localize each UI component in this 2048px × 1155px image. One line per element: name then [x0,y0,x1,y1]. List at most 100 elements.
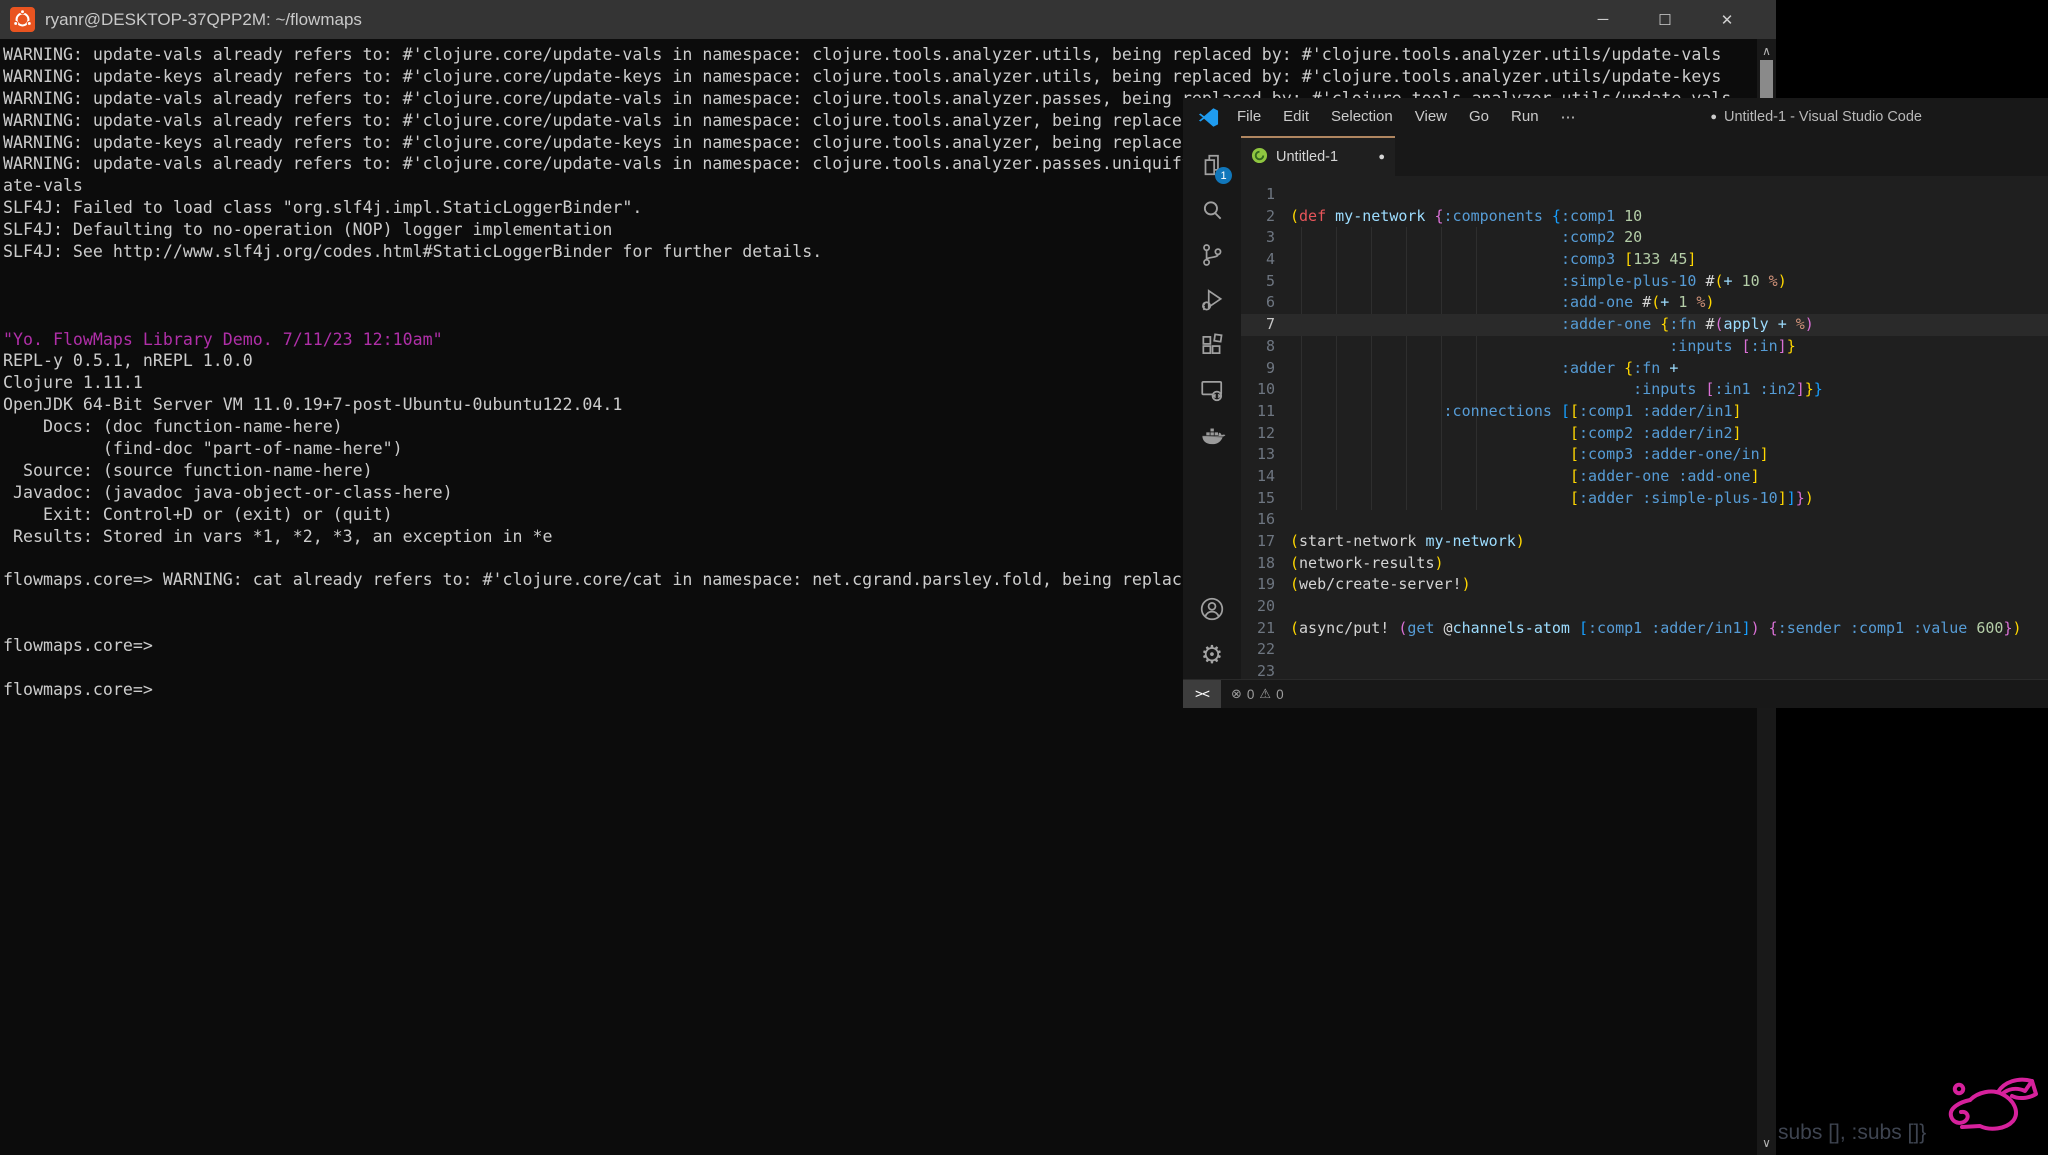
code-line[interactable]: 21(async/put! (get @channels-atom [:comp… [1241,618,2048,640]
background-partial-text: subs [], :subs []} [1778,1121,1926,1145]
code-text: [:adder :simple-plus-10]]}) [1275,488,1814,510]
editor-tabbar: Untitled-1 ● [1241,136,2048,176]
code-line[interactable]: 11 :connections [[:comp1 :adder/in1] [1241,401,2048,423]
docker-icon[interactable] [1197,420,1227,450]
code-line[interactable]: 4 :comp3 [133 45] [1241,249,2048,271]
line-number: 9 [1241,358,1275,380]
code-line[interactable]: 7 :adder-one {:fn #(apply + %) [1241,314,2048,336]
code-line[interactable]: 22 [1241,639,2048,661]
menu-run[interactable]: Run [1500,108,1550,126]
remote-indicator-icon[interactable]: >< [1183,680,1221,708]
scroll-up-icon[interactable]: ∧ [1757,44,1776,58]
line-number: 16 [1241,509,1275,531]
code-text: [:comp3 :adder-one/in] [1275,444,1769,466]
line-number: 8 [1241,336,1275,358]
code-text: :inputs [:in]} [1275,336,1796,358]
line-number: 10 [1241,379,1275,401]
code-line[interactable]: 6 :add-one #(+ 1 %) [1241,292,2048,314]
tab-label: Untitled-1 [1276,149,1338,165]
explorer-badge: 1 [1215,167,1232,184]
code-line[interactable]: 17(start-network my-network) [1241,531,2048,553]
tab-untitled-1[interactable]: Untitled-1 ● [1241,136,1395,176]
search-icon[interactable] [1197,195,1227,225]
line-number: 11 [1241,401,1275,423]
source-control-icon[interactable] [1197,240,1227,270]
code-text [1275,509,1290,531]
menu-selection[interactable]: Selection [1320,108,1404,126]
menu-file[interactable]: File [1226,108,1272,126]
code-editor[interactable]: 12(def my-network {:components {:comp1 1… [1241,176,2048,679]
code-line[interactable]: 14 [:adder-one :add-one] [1241,466,2048,488]
scroll-down-icon[interactable]: ∨ [1757,1136,1776,1150]
vscode-window: FileEditSelectionViewGoRun⋯ ● Untitled-1… [1183,98,2048,708]
code-text [1275,639,1290,661]
code-line[interactable]: 18(network-results) [1241,553,2048,575]
code-line[interactable]: 13 [:comp3 :adder-one/in] [1241,444,2048,466]
code-text: :add-one #(+ 1 %) [1275,292,1714,314]
menu-edit[interactable]: Edit [1272,108,1320,126]
menu-[interactable]: ⋯ [1550,108,1587,126]
menu-go[interactable]: Go [1458,108,1500,126]
problems-indicator[interactable]: ⊗ 0 ⚠ 0 [1231,687,1284,702]
vscode-menubar: FileEditSelectionViewGoRun⋯ ● Untitled-1… [1183,98,2048,136]
ubuntu-icon [10,7,35,32]
line-number: 20 [1241,596,1275,618]
line-number: 5 [1241,271,1275,293]
terminal-titlebar[interactable]: ryanr@DESKTOP-37QPP2M: ~/flowmaps ─ ☐ ✕ [0,0,1776,39]
run-debug-icon[interactable] [1197,285,1227,315]
code-line[interactable]: 2(def my-network {:components {:comp1 10 [1241,206,2048,228]
activity-bar: 1 [1183,136,1241,679]
accounts-icon[interactable] [1197,594,1227,624]
close-icon[interactable]: ✕ [1696,0,1758,39]
code-text: (network-results) [1275,553,1444,575]
code-line[interactable]: 1 [1241,184,2048,206]
code-text [1275,184,1290,206]
code-line[interactable]: 10 :inputs [:in1 :in2]}} [1241,379,2048,401]
maximize-icon[interactable]: ☐ [1634,0,1696,39]
line-number: 3 [1241,227,1275,249]
code-text: :adder {:fn + [1275,358,1678,380]
window-title: ● Untitled-1 - Visual Studio Code [1710,109,1922,125]
code-text: (async/put! (get @channels-atom [:comp1 … [1275,618,2022,640]
code-text: :inputs [:in1 :in2]}} [1275,379,1823,401]
code-text: (def my-network {:components {:comp1 10 [1275,206,1642,228]
code-text: [:adder-one :add-one] [1275,466,1760,488]
line-number: 22 [1241,639,1275,661]
code-line[interactable]: 9 :adder {:fn + [1241,358,2048,380]
code-line[interactable]: 3 :comp2 20 [1241,227,2048,249]
code-text: :comp2 20 [1275,227,1642,249]
line-number: 1 [1241,184,1275,206]
line-number: 14 [1241,466,1275,488]
extensions-icon[interactable] [1197,330,1227,360]
code-line[interactable]: 23 [1241,661,2048,679]
clojure-file-icon [1251,147,1268,168]
code-line[interactable]: 19(web/create-server!) [1241,574,2048,596]
remote-explorer-icon[interactable] [1197,375,1227,405]
code-line[interactable]: 5 :simple-plus-10 #(+ 10 %) [1241,271,2048,293]
line-number: 2 [1241,206,1275,228]
settings-gear-icon[interactable]: ⚙ [1197,639,1227,669]
code-text [1275,596,1290,618]
menu-view[interactable]: View [1404,108,1458,126]
vscode-logo-icon [1197,106,1220,129]
code-line[interactable]: 8 :inputs [:in]} [1241,336,2048,358]
warning-count: 0 [1276,687,1284,702]
error-count: 0 [1247,687,1255,702]
code-line[interactable]: 16 [1241,509,2048,531]
code-text: (start-network my-network) [1275,531,1525,553]
line-number: 13 [1241,444,1275,466]
code-line[interactable]: 20 [1241,596,2048,618]
warning-icon: ⚠ [1259,687,1271,702]
code-text: :simple-plus-10 #(+ 10 %) [1275,271,1787,293]
minimize-icon[interactable]: ─ [1572,0,1634,39]
code-line[interactable]: 12 [:comp2 :adder/in2] [1241,423,2048,445]
code-line[interactable]: 15 [:adder :simple-plus-10]]}) [1241,488,2048,510]
terminal-line: WARNING: update-keys already refers to: … [3,66,1746,88]
unsaved-dot-icon: ● [1710,111,1717,123]
code-text: :adder-one {:fn #(apply + %) [1275,314,1814,336]
modified-dot-icon: ● [1378,151,1385,163]
line-number: 12 [1241,423,1275,445]
explorer-icon[interactable]: 1 [1197,150,1227,180]
line-number: 17 [1241,531,1275,553]
terminal-title: ryanr@DESKTOP-37QPP2M: ~/flowmaps [45,10,362,30]
